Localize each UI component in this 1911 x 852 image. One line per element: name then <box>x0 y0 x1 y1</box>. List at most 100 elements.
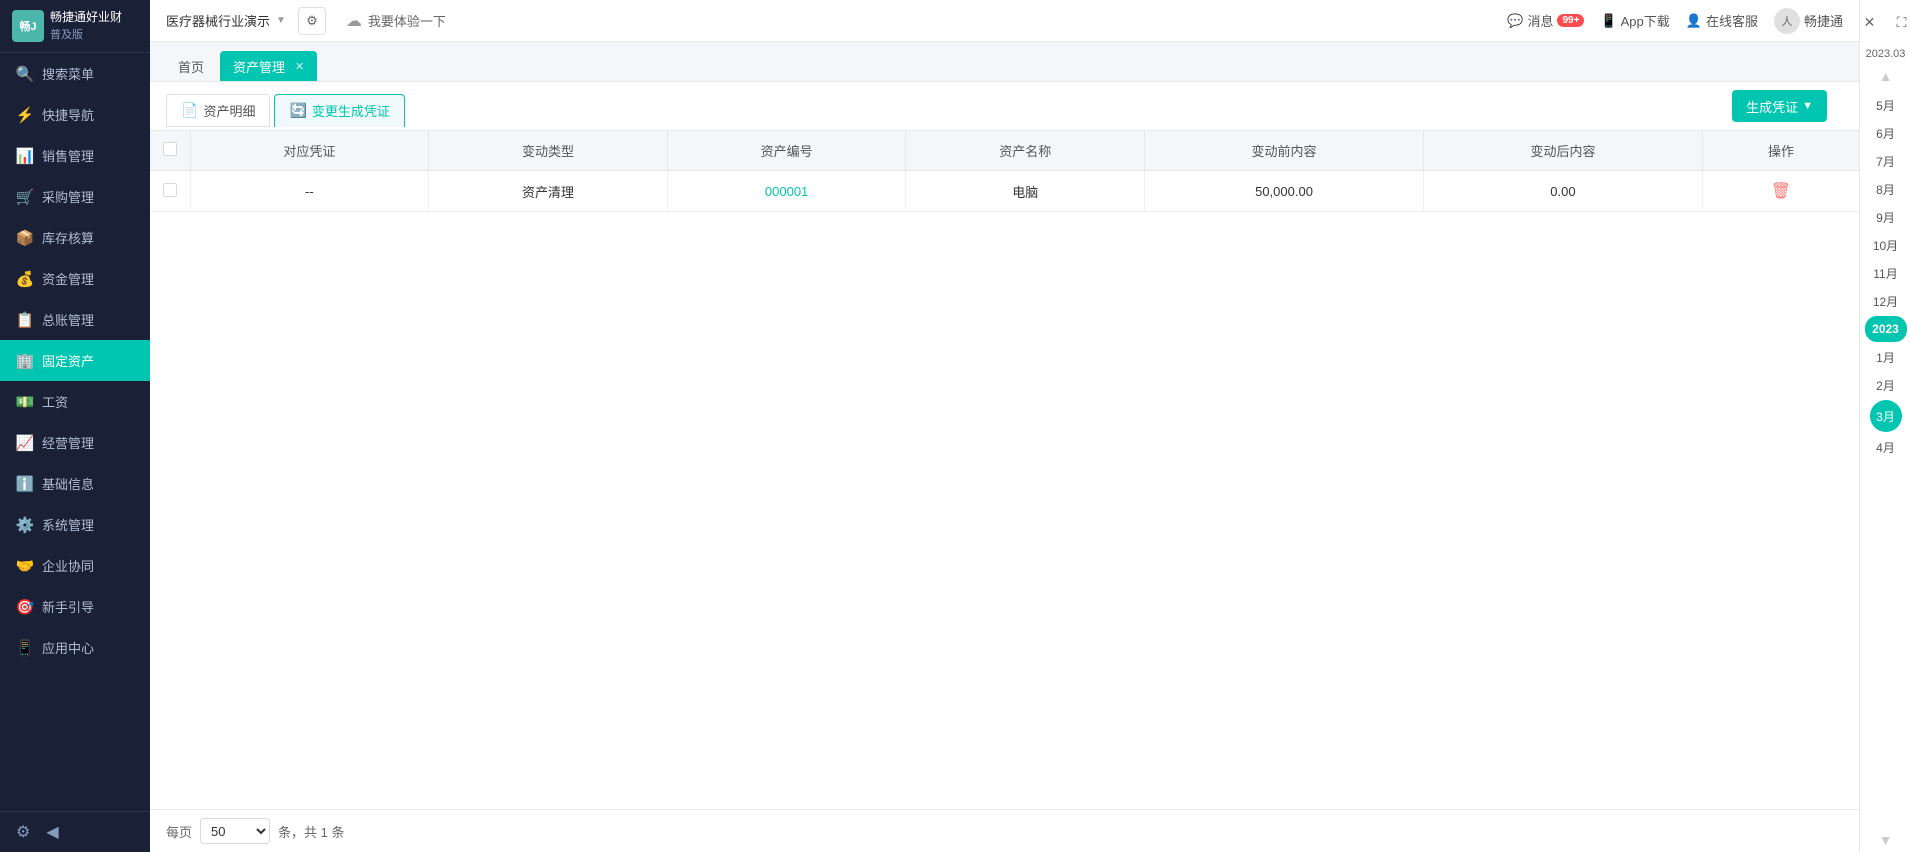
sidebar-item-label: 企业协同 <box>42 556 94 575</box>
sidebar-item-funds[interactable]: 💰 资金管理 <box>0 258 150 299</box>
sidebar-item-system[interactable]: ⚙️ 系统管理 <box>0 504 150 545</box>
trial-button[interactable]: ☁ 我要体验一下 <box>346 11 446 31</box>
settings-button[interactable]: ⚙ <box>298 7 326 35</box>
sidebar-item-label: 采购管理 <box>42 187 94 206</box>
month-list: 5月 6月 7月 8月 9月 10月 11月 12月 2023 1月 2月 3月… <box>1860 92 1911 824</box>
right-panel-controls: ✕ ⛶ <box>1856 8 1911 36</box>
info-icon: ℹ️ <box>16 475 34 493</box>
right-panel-expand-button[interactable]: ⛶ <box>1888 8 1911 36</box>
inner-tab-change-voucher-label: 变更生成凭证 <box>312 101 390 120</box>
month-10[interactable]: 10月 <box>1868 232 1904 258</box>
header-actions: 💬 消息 99+ 📱 App下载 👤 在线客服 人 畅捷通 <box>1507 8 1843 34</box>
month-12[interactable]: 12月 <box>1868 288 1904 314</box>
avatar: 人 <box>1774 8 1800 34</box>
th-before-change: 变动前内容 <box>1145 131 1424 171</box>
inner-tabs-row: 📄 资产明细 🔄 变更生成凭证 生成凭证 ▼ <box>150 82 1859 131</box>
month-1[interactable]: 1月 <box>1868 344 1904 370</box>
month-9[interactable]: 9月 <box>1868 204 1904 230</box>
sidebar-item-label: 资金管理 <box>42 269 94 288</box>
sidebar-item-label: 快捷导航 <box>42 105 94 124</box>
month-4[interactable]: 4月 <box>1868 434 1904 460</box>
message-button[interactable]: 💬 消息 99+ <box>1507 11 1584 30</box>
per-page-select[interactable]: 50 10 20 100 <box>200 818 270 844</box>
nav-down-button[interactable]: ▼ <box>1875 828 1897 852</box>
month-3-current[interactable]: 3月 <box>1870 400 1902 432</box>
inner-tab-asset-detail-label: 资产明细 <box>203 101 255 120</box>
sidebar-item-label: 工资 <box>42 392 68 411</box>
month-5[interactable]: 5月 <box>1868 92 1904 118</box>
apps-icon: 📱 <box>16 639 34 657</box>
message-badge: 99+ <box>1557 14 1584 27</box>
month-2[interactable]: 2月 <box>1868 372 1904 398</box>
sidebar-item-label: 库存核算 <box>42 228 94 247</box>
generate-btn-arrow: ▼ <box>1802 100 1813 112</box>
username: 畅捷通 <box>1804 11 1843 30</box>
month-11[interactable]: 11月 <box>1868 260 1904 286</box>
row-asset-code: 000001 <box>667 171 906 212</box>
sidebar-item-guide[interactable]: 🎯 新手引导 <box>0 586 150 627</box>
select-all-checkbox[interactable] <box>163 142 177 156</box>
tab-home[interactable]: 首页 <box>166 51 216 81</box>
data-table: 对应凭证 变动类型 资产编号 资产名称 变动前内容 变动后内容 操作 <box>150 131 1859 212</box>
online-service-button[interactable]: 👤 在线客服 <box>1686 11 1758 30</box>
sidebar-item-search[interactable]: 🔍 搜索菜单 <box>0 53 150 94</box>
sidebar: 畅J 畅捷通好业财 普及版 🔍 搜索菜单 ⚡ 快捷导航 📊 销售管理 🛒 采购管… <box>0 0 150 852</box>
sidebar-item-purchase[interactable]: 🛒 采购管理 <box>0 176 150 217</box>
sidebar-item-fixed-assets[interactable]: 🏢 固定资产 <box>0 340 150 381</box>
sidebar-item-label: 应用中心 <box>42 638 94 657</box>
inner-tab-change-voucher[interactable]: 🔄 变更生成凭证 <box>274 94 404 127</box>
table-wrap: 对应凭证 变动类型 资产编号 资产名称 变动前内容 变动后内容 操作 <box>150 131 1859 809</box>
sidebar-menu: 🔍 搜索菜单 ⚡ 快捷导航 📊 销售管理 🛒 采购管理 📦 库存核算 💰 资金管… <box>0 53 150 811</box>
main-content: 医疗器械行业演示 ▼ ⚙ ☁ 我要体验一下 💬 消息 99+ 📱 App下载 👤… <box>150 0 1859 852</box>
sidebar-item-enterprise[interactable]: 🤝 企业协同 <box>0 545 150 586</box>
sidebar-item-salary[interactable]: 💵 工资 <box>0 381 150 422</box>
sidebar-item-label: 系统管理 <box>42 515 94 534</box>
logo-title: 畅捷通好业财 <box>50 10 122 26</box>
sidebar-item-label: 固定资产 <box>42 351 94 370</box>
sidebar-item-sales[interactable]: 📊 销售管理 <box>0 135 150 176</box>
month-6[interactable]: 6月 <box>1868 120 1904 146</box>
salary-icon: 💵 <box>16 393 34 411</box>
row-checkbox[interactable] <box>163 183 177 197</box>
sidebar-item-basic-info[interactable]: ℹ️ 基础信息 <box>0 463 150 504</box>
collapse-icon[interactable]: ◀ <box>46 822 58 842</box>
service-icon: 👤 <box>1686 13 1702 29</box>
th-checkbox <box>150 131 190 171</box>
sidebar-item-inventory[interactable]: 📦 库存核算 <box>0 217 150 258</box>
th-after-change: 变动后内容 <box>1423 131 1702 171</box>
delete-row-button[interactable]: 🗑 <box>1771 183 1791 200</box>
sidebar-item-ledger[interactable]: 📋 总账管理 <box>0 299 150 340</box>
nav-up-button[interactable]: ▲ <box>1875 64 1897 88</box>
tab-close-icon[interactable]: ✕ <box>295 60 304 73</box>
sidebar-item-apps[interactable]: 📱 应用中心 <box>0 627 150 668</box>
inner-tab-asset-detail[interactable]: 📄 资产明细 <box>166 94 270 127</box>
sidebar-item-operations[interactable]: 📈 经营管理 <box>0 422 150 463</box>
year-2023-label: 2023 <box>1865 316 1907 342</box>
online-service-label: 在线客服 <box>1706 11 1758 30</box>
row-voucher: -- <box>190 171 429 212</box>
month-7[interactable]: 7月 <box>1868 148 1904 174</box>
user-menu[interactable]: 人 畅捷通 <box>1774 8 1843 34</box>
th-change-type: 变动类型 <box>429 131 668 171</box>
gear-icon: ⚙️ <box>16 516 34 534</box>
sidebar-bottom: ⚙ ◀ <box>0 811 150 852</box>
company-name: 医疗器械行业演示 <box>166 11 270 30</box>
tab-asset-mgmt[interactable]: 资产管理 ✕ <box>220 51 317 81</box>
generate-voucher-button[interactable]: 生成凭证 ▼ <box>1732 90 1827 122</box>
change-voucher-icon: 🔄 <box>289 102 306 119</box>
right-panel-close-button[interactable]: ✕ <box>1856 8 1884 36</box>
month-8[interactable]: 8月 <box>1868 176 1904 202</box>
app-download-button[interactable]: 📱 App下载 <box>1600 11 1669 30</box>
company-selector[interactable]: 医疗器械行业演示 ▼ <box>166 11 286 30</box>
sidebar-item-label: 新手引导 <box>42 597 94 616</box>
sidebar-item-quick-nav[interactable]: ⚡ 快捷导航 <box>0 94 150 135</box>
phone-icon: 📱 <box>1600 13 1616 29</box>
row-operation: 🗑 <box>1702 171 1859 212</box>
message-label: 消息 <box>1527 11 1553 30</box>
cart-icon: 🛒 <box>16 188 34 206</box>
tab-bar: 首页 资产管理 ✕ <box>150 42 1859 82</box>
company-dropdown-arrow: ▼ <box>276 15 286 26</box>
settings-bottom-icon[interactable]: ⚙ <box>16 822 30 842</box>
gear-icon: ⚙ <box>306 13 318 29</box>
handshake-icon: 🤝 <box>16 557 34 575</box>
